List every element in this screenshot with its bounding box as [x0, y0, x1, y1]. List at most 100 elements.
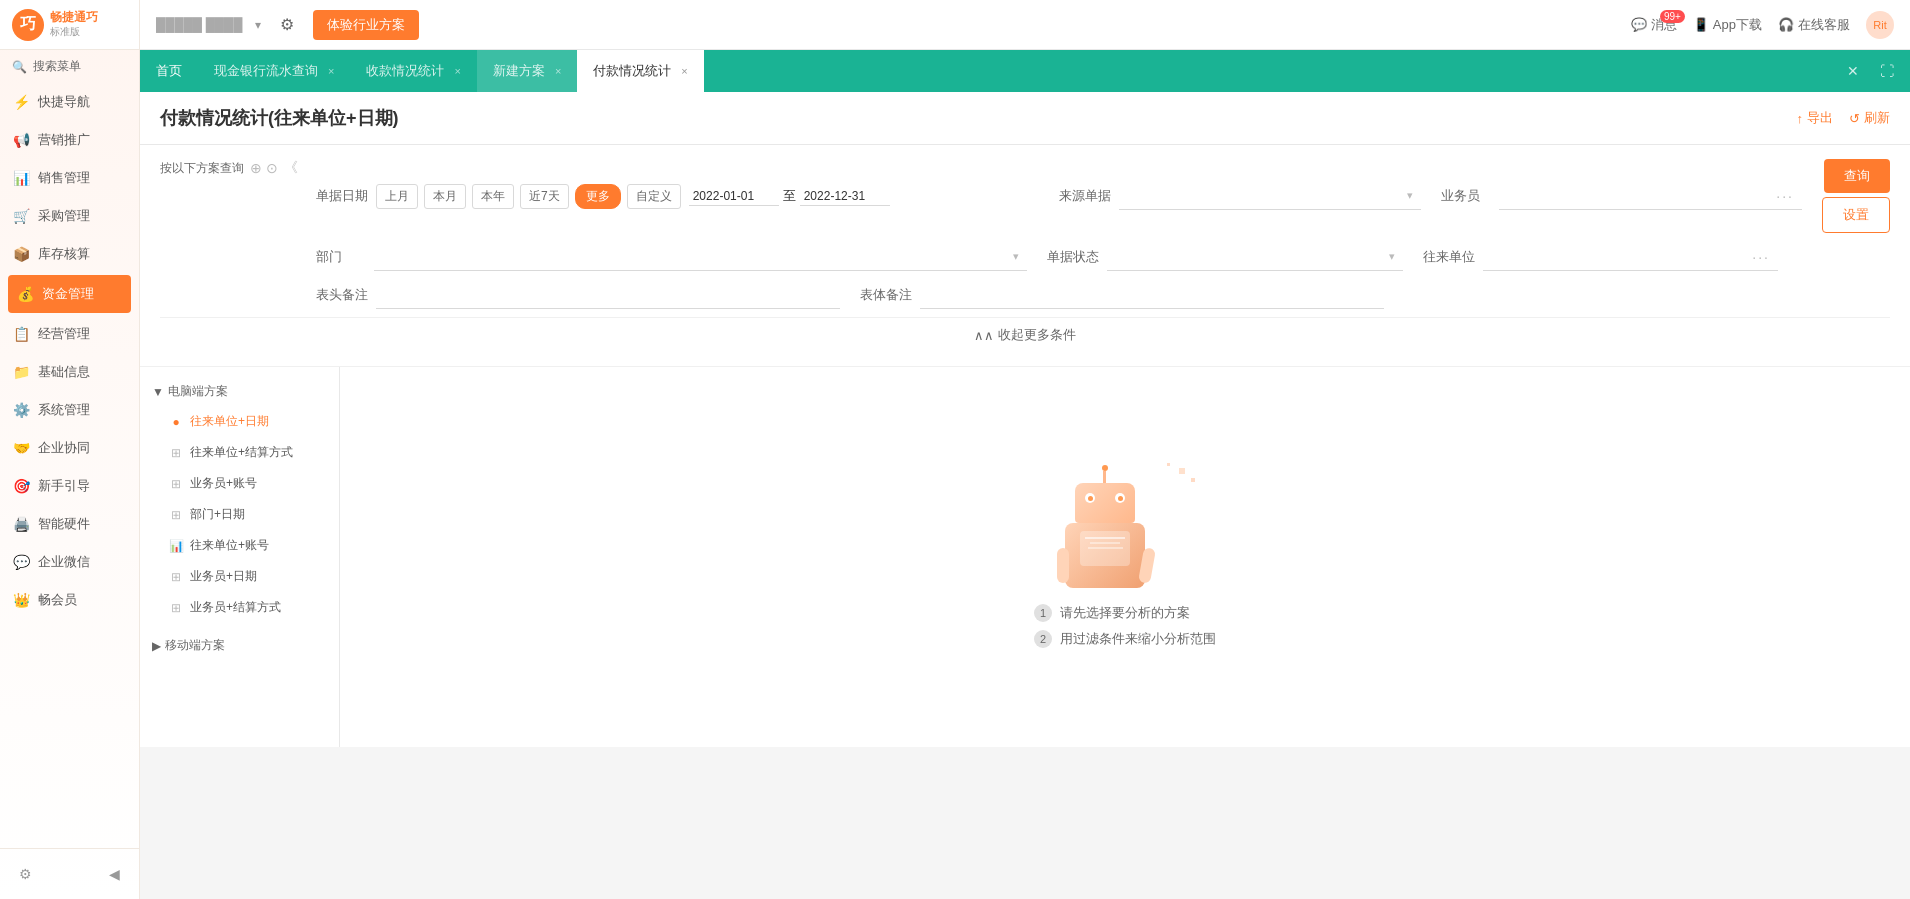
message-badge: 99+: [1660, 10, 1685, 23]
tab-home[interactable]: 首页: [140, 50, 198, 92]
sidebar-item-quick-nav[interactable]: ⚡ 快捷导航: [0, 83, 139, 121]
sidebar-item-cooperation[interactable]: 🤝 企业协同: [0, 429, 139, 467]
panel-item-label: 部门+日期: [190, 506, 245, 523]
date-this-year[interactable]: 本年: [472, 184, 514, 209]
panel-mobile-section[interactable]: ▶ 移动端方案: [140, 631, 339, 660]
tab-new-plan[interactable]: 新建方案 ×: [477, 50, 577, 92]
close-all-tabs-btn[interactable]: ✕: [1840, 58, 1866, 84]
query-btn[interactable]: 查询: [1824, 159, 1890, 193]
filter-settings-btn[interactable]: 设置: [1822, 197, 1890, 233]
date-start-input[interactable]: [689, 187, 779, 206]
panel-item-salesperson-date[interactable]: ⊞ 业务员+日期: [140, 561, 339, 592]
salesperson-more-btn[interactable]: ···: [1776, 188, 1794, 204]
date-label: 单据日期: [316, 187, 368, 205]
collection-stats-tab-label: 收款情况统计: [366, 62, 444, 80]
date-custom[interactable]: 自定义: [627, 184, 681, 209]
collapse-panel-btn[interactable]: 《: [284, 159, 298, 177]
tab-collection-stats[interactable]: 收款情况统计 ×: [350, 50, 476, 92]
panel-item-label: 业务员+结算方式: [190, 599, 281, 616]
panel-item-salesperson-account[interactable]: ⊞ 业务员+账号: [140, 468, 339, 499]
left-scheme-panel: ▼ 电脑端方案 ● 往来单位+日期 ⊞ 往来单位+结算方式 ⊞ 业务员+账号: [140, 367, 340, 747]
sidebar-item-marketing[interactable]: 📢 营销推广: [0, 121, 139, 159]
panel-desktop-section[interactable]: ▼ 电脑端方案: [140, 377, 339, 406]
top-header-left: █████ ████ ▾ ⚙ 体验行业方案: [156, 10, 419, 40]
dept-select[interactable]: ▾: [374, 243, 1027, 271]
messages-btn[interactable]: 💬 消息 99+: [1631, 16, 1677, 34]
sidebar-item-guide[interactable]: 🎯 新手引导: [0, 467, 139, 505]
tab-bank-flow[interactable]: 现金银行流水查询 ×: [198, 50, 350, 92]
app-download-btn[interactable]: 📱 App下载: [1693, 16, 1762, 34]
date-this-month[interactable]: 本月: [424, 184, 466, 209]
doc-status-select[interactable]: ▾: [1107, 243, 1403, 271]
sidebar-item-operation[interactable]: 📋 经营管理: [0, 315, 139, 353]
settings-bottom-btn[interactable]: ⚙: [10, 859, 40, 889]
sidebar-item-inventory[interactable]: 📦 库存核算: [0, 235, 139, 273]
tab-payment-stats[interactable]: 付款情况统计 ×: [577, 50, 703, 92]
tab-close-collection-stats[interactable]: ×: [454, 65, 460, 77]
sales-icon: 📊: [12, 169, 30, 187]
sidebar-item-member[interactable]: 👑 畅会员: [0, 581, 139, 619]
sidebar-item-label: 企业协同: [38, 439, 90, 457]
sidebar-item-label: 畅会员: [38, 591, 77, 609]
user-dropdown-btn[interactable]: ▾: [255, 18, 261, 32]
sidebar-item-system[interactable]: ⚙️ 系统管理: [0, 391, 139, 429]
source-select[interactable]: ▾: [1119, 182, 1421, 210]
source-select-arrow: ▾: [1407, 189, 1413, 202]
search-menu[interactable]: 🔍 搜索菜单: [0, 50, 139, 83]
app-download-label: App下载: [1713, 16, 1762, 34]
chevron-right-icon: ▶: [152, 639, 161, 653]
header-settings-btn[interactable]: ⚙: [273, 11, 301, 39]
collapse-conditions-btn[interactable]: ∧∧ 收起更多条件: [160, 317, 1890, 352]
trial-btn[interactable]: 体验行业方案: [313, 10, 419, 40]
sidebar-item-wechat[interactable]: 💬 企业微信: [0, 543, 139, 581]
collapse-sidebar-btn[interactable]: ◀: [99, 859, 129, 889]
refresh-btn[interactable]: ↺ 刷新: [1849, 109, 1890, 127]
sidebar-item-purchase[interactable]: 🛒 采购管理: [0, 197, 139, 235]
partner-label: 往来单位: [1423, 248, 1475, 266]
tbody-note-input[interactable]: [920, 281, 1384, 309]
cooperation-icon: 🤝: [12, 439, 30, 457]
scheme-settings-btn[interactable]: ⊙: [266, 160, 278, 176]
export-btn[interactable]: ↑ 导出: [1797, 109, 1834, 127]
partner-input[interactable]: ···: [1483, 243, 1779, 271]
partner-settlement-icon: ⊞: [168, 445, 184, 461]
tab-close-new-plan[interactable]: ×: [555, 65, 561, 77]
partner-more-btn[interactable]: ···: [1752, 249, 1770, 265]
date-more[interactable]: 更多: [575, 184, 621, 209]
tab-close-bank-flow[interactable]: ×: [328, 65, 334, 77]
salesperson-input[interactable]: ···: [1499, 182, 1803, 210]
panel-desktop-label: 电脑端方案: [168, 383, 228, 400]
panel-item-partner-settlement[interactable]: ⊞ 往来单位+结算方式: [140, 437, 339, 468]
panel-item-salesperson-settlement[interactable]: ⊞ 业务员+结算方式: [140, 592, 339, 623]
user-avatar[interactable]: Rit: [1866, 11, 1894, 39]
online-service-btn[interactable]: 🎧 在线客服: [1778, 16, 1850, 34]
sidebar-logo: 巧 畅捷通巧 标准版: [0, 0, 139, 50]
panel-item-label: 往来单位+结算方式: [190, 444, 293, 461]
date-last-month[interactable]: 上月: [376, 184, 418, 209]
sidebar-item-hardware[interactable]: 🖨️ 智能硬件: [0, 505, 139, 543]
sidebar-item-sales[interactable]: 📊 销售管理: [0, 159, 139, 197]
add-scheme-btn[interactable]: ⊕: [250, 160, 262, 176]
sidebar-bottom: ⚙ ◀: [0, 848, 139, 899]
date-last-7days[interactable]: 近7天: [520, 184, 569, 209]
content-wrapper: ▼ 电脑端方案 ● 往来单位+日期 ⊞ 往来单位+结算方式 ⊞ 业务员+账号: [140, 367, 1910, 747]
sidebar-item-finance[interactable]: 💰 资金管理: [8, 275, 131, 313]
maximize-btn[interactable]: ⛶: [1874, 58, 1900, 84]
hint-item-2: 2 用过滤条件来缩小分析范围: [1034, 630, 1216, 648]
date-quick-buttons: 上月 本月 本年 近7天 更多 自定义: [376, 184, 681, 209]
panel-item-dept-date[interactable]: ⊞ 部门+日期: [140, 499, 339, 530]
partner-date-icon: ●: [168, 414, 184, 430]
sidebar-item-basic-info[interactable]: 📁 基础信息: [0, 353, 139, 391]
hint-text-2: 用过滤条件来缩小分析范围: [1060, 630, 1216, 648]
member-icon: 👑: [12, 591, 30, 609]
doc-status-arrow: ▾: [1389, 250, 1395, 263]
panel-item-partner-date[interactable]: ● 往来单位+日期: [140, 406, 339, 437]
thead-note-input[interactable]: [376, 281, 840, 309]
basic-info-icon: 📁: [12, 363, 30, 381]
chevron-down-icon: ▼: [152, 385, 164, 399]
app-logo-icon: 巧: [12, 9, 44, 41]
tab-close-payment-stats[interactable]: ×: [681, 65, 687, 77]
date-end-input[interactable]: [800, 187, 890, 206]
panel-item-partner-account[interactable]: 📊 往来单位+账号: [140, 530, 339, 561]
filter-tbody-note-item: 表体备注: [860, 281, 1384, 309]
